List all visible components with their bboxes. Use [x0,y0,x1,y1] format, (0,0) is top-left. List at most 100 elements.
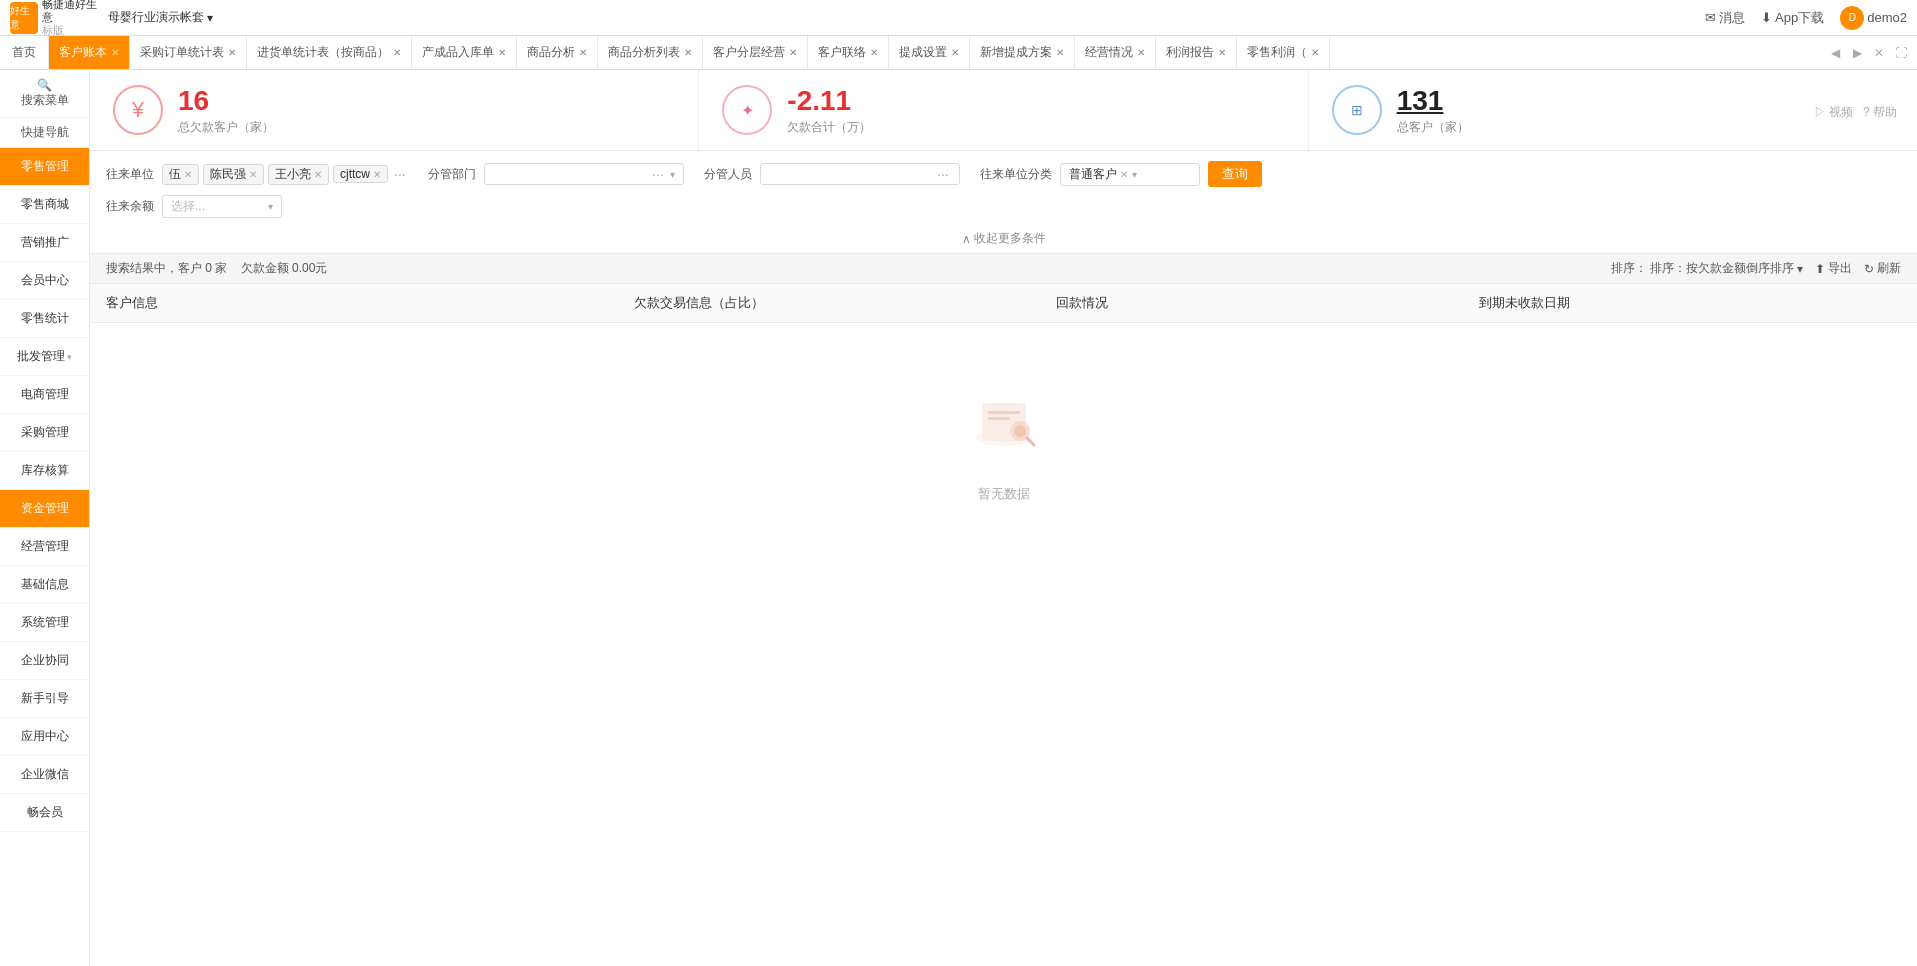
tab-operation-status[interactable]: 经营情况 ✕ [1075,36,1156,69]
credit-customers-label: 总欠款客户（家） [178,119,274,136]
message-btn[interactable]: ✉ 消息 [1705,9,1745,27]
export-btn[interactable]: ⬆ 导出 [1815,260,1852,277]
classify-dropdown[interactable]: 普通客户 ✕ ▾ [1060,163,1200,186]
chevron-down-icon: ▾ [67,352,72,362]
filter-tag-chen[interactable]: 陈民强 ✕ [203,164,264,185]
tab-product-inbound[interactable]: 产成品入库单 ✕ [412,36,517,69]
sidebar-item-wholesale[interactable]: 批发管理 ▾ [0,338,89,376]
tab-promotion-settings[interactable]: 提成设置 ✕ [889,36,970,69]
classify-filter-label: 往来单位分类 [980,166,1052,183]
close-tab-retail-profit[interactable]: ✕ [1311,47,1319,58]
filter-tag-wang[interactable]: 王小亮 ✕ [268,164,329,185]
sidebar-item-retail-mall[interactable]: 零售商城 [0,186,89,224]
sidebar-item-finance[interactable]: 资金管理 [0,490,89,528]
close-tab-add-promotion[interactable]: ✕ [1056,47,1064,58]
top-bar-right: ✉ 消息 ⬇ App下载 D demo2 [1705,6,1907,30]
tab-inbound-stats[interactable]: 进货单统计表（按商品） ✕ [247,36,412,69]
balance-dropdown[interactable]: 选择... ▾ [162,195,282,218]
sidebar-item-retail-manage[interactable]: 零售管理 [0,148,89,186]
nav-maximize-btn[interactable]: ⛶ [1891,43,1911,63]
close-tab-product-analysis-list[interactable]: ✕ [684,47,692,58]
credit-customers-number: 16 [178,85,274,117]
close-tab-customer-ledger[interactable]: ✕ [111,47,119,58]
sidebar-item-purchase[interactable]: 采购管理 [0,414,89,452]
credit-customers-icon: ¥ [113,85,163,135]
close-tab-promotion-settings[interactable]: ✕ [951,47,959,58]
sidebar-item-enterprise-collab[interactable]: 企业协同 [0,642,89,680]
sidebar-search[interactable]: 🔍 搜索菜单 [0,70,89,118]
dept-more-dots[interactable]: ··· [650,166,666,182]
sidebar-quick-nav[interactable]: 快捷导航 [0,118,89,148]
sidebar-item-retail-stats[interactable]: 零售统计 [0,300,89,338]
remove-tag-chen[interactable]: ✕ [249,169,257,180]
empty-icon [964,383,1044,477]
tab-customer-segment[interactable]: 客户分层经营 ✕ [703,36,808,69]
remove-tag-cjttcw[interactable]: ✕ [373,169,381,180]
sidebar-item-basics[interactable]: 基础信息 [0,566,89,604]
demo-account-select[interactable]: 母婴行业演示帐套 ▾ [108,9,213,26]
tab-customer-ledger[interactable]: 客户账本 ✕ [49,36,130,69]
sidebar-item-enterprise-wechat[interactable]: 企业微信 [0,756,89,794]
sidebar-item-new-guide[interactable]: 新手引导 [0,680,89,718]
video-help-link[interactable]: ▷ 视频 [1814,104,1853,121]
nav-right-btn[interactable]: ▶ [1847,43,1867,63]
chevron-down-icon: ▾ [207,11,213,25]
svg-rect-3 [988,417,1010,420]
dept-arrow-icon: ▾ [670,169,675,180]
close-tab-inbound-stats[interactable]: ✕ [393,47,401,58]
logo-text: 畅捷通好生意 标版 [42,0,100,37]
close-tab-customer-segment[interactable]: ✕ [789,47,797,58]
tab-product-analysis-list[interactable]: 商品分析列表 ✕ [598,36,703,69]
sidebar-item-member[interactable]: 会员中心 [0,262,89,300]
svg-point-5 [1014,425,1026,437]
sidebar-item-inventory[interactable]: 库存核算 [0,452,89,490]
tab-profit-report[interactable]: 利润报告 ✕ [1156,36,1237,69]
dept-dropdown[interactable]: ··· ▾ [484,163,684,185]
close-tab-profit-report[interactable]: ✕ [1218,47,1226,58]
tab-product-analysis[interactable]: 商品分析 ✕ [517,36,598,69]
remove-classify-tag[interactable]: ✕ [1120,169,1128,180]
person-dropdown[interactable]: ··· [760,163,960,185]
result-bar: 搜索结果中，客户 0 家 欠款金额 0.00元 排序： 排序：按欠款金额倒序排序… [90,254,1917,284]
user-avatar[interactable]: D demo2 [1840,6,1907,30]
close-tab-customer-contact[interactable]: ✕ [870,47,878,58]
tab-home[interactable]: 首页 [0,36,49,69]
filter-area: 往来单位 伍 ✕ 陈民强 ✕ 王小亮 ✕ cjttcw [90,151,1917,254]
tab-customer-contact[interactable]: 客户联络 ✕ [808,36,889,69]
close-tab-product-inbound[interactable]: ✕ [498,47,506,58]
total-customers-number: 131 [1397,85,1469,117]
person-filter-label: 分管人员 [704,166,752,183]
close-tab-product-analysis[interactable]: ✕ [579,47,587,58]
nav-arrows: ◀ ▶ ✕ ⛶ [1819,43,1917,63]
sidebar-item-app-center[interactable]: 应用中心 [0,718,89,756]
sidebar-item-operations[interactable]: 经营管理 [0,528,89,566]
sidebar-item-vip-member[interactable]: 畅会员 [0,794,89,832]
query-button[interactable]: 查询 [1208,161,1262,187]
app-download-btn[interactable]: ⬇ App下载 [1761,9,1824,27]
close-tab-operation-status[interactable]: ✕ [1137,47,1145,58]
filter-more-dots[interactable]: ··· [392,166,408,182]
sidebar-item-system[interactable]: 系统管理 [0,604,89,642]
remove-tag-wang[interactable]: ✕ [314,169,322,180]
filter-tag-wu[interactable]: 伍 ✕ [162,164,199,185]
tab-retail-profit[interactable]: 零售利润（ ✕ [1237,36,1330,69]
unit-filter-label: 往来单位 [106,166,154,183]
tab-add-promotion[interactable]: 新增提成方案 ✕ [970,36,1075,69]
sidebar-item-ecommerce[interactable]: 电商管理 [0,376,89,414]
refresh-btn[interactable]: ↻ 刷新 [1864,260,1901,277]
close-tab-purchase-order[interactable]: ✕ [228,47,236,58]
col-repayment: 回款情况 [1056,294,1478,312]
collapse-btn[interactable]: ∧ 收起更多条件 [962,230,1046,247]
total-customers-icon: ⊞ [1332,85,1382,135]
classify-tag-normal[interactable]: 普通客户 ✕ [1069,166,1128,183]
balance-filter-label: 往来余额 [106,198,154,215]
filter-tag-cjttcw[interactable]: cjttcw ✕ [333,165,388,183]
sort-select[interactable]: 排序： 排序：按欠款金额倒序排序 ▾ [1611,260,1803,277]
nav-close-all-btn[interactable]: ✕ [1869,43,1889,63]
sidebar-item-marketing[interactable]: 营销推广 [0,224,89,262]
help-link[interactable]: ? 帮助 [1863,104,1897,121]
tab-purchase-order[interactable]: 采购订单统计表 ✕ [130,36,247,69]
remove-tag-wu[interactable]: ✕ [184,169,192,180]
nav-left-btn[interactable]: ◀ [1825,43,1845,63]
person-more-dots[interactable]: ··· [935,166,951,182]
